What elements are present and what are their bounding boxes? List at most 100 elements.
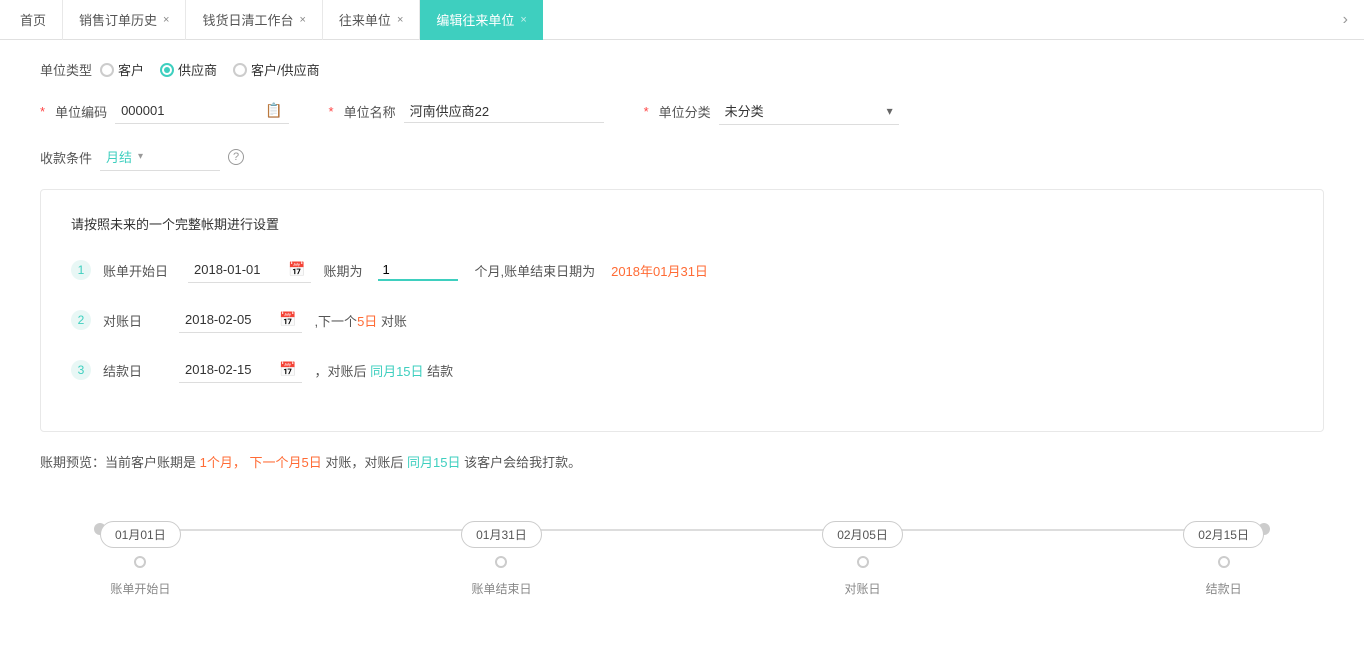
radio-customer[interactable]: 客户 [100,60,144,79]
payment-date-input-wrapper: 📅 [179,357,302,383]
unit-category-value: 未分类 [725,101,764,120]
unit-type-label: 单位类型 [40,60,92,79]
timeline-point-4: 02月15日 结款日 [1183,521,1264,597]
close-icon[interactable]: × [520,14,526,26]
payment-date-input[interactable] [185,362,275,377]
timeline-point-1: 01月01日 账单开始日 [100,521,181,597]
main-content: 单位类型 客户 供应商 客户/供应商 * 单位编码 [0,40,1364,657]
radio-customer-label: 客户 [118,60,144,79]
payment-terms-item: 收款条件 月结 ▾ ? [40,143,244,171]
preview-next: 下一个月5日 [250,455,322,470]
payment-date-calendar-icon[interactable]: 📅 [279,361,296,378]
settings-panel: 请按照未来的一个完整帐期进行设置 1 账单开始日 📅 账期为 个月,账单结束日期… [40,189,1324,432]
timeline-label-1: 账单开始日 [110,580,170,597]
unit-name-label: 单位名称 [344,102,396,121]
unit-code-input-wrapper: 📋 [115,98,288,124]
unit-code-label: 单位编码 [55,102,107,121]
payment-terms-label: 收款条件 [40,148,92,167]
reconcile-desc: ,下一个5日 对账 [314,311,406,330]
unit-type-item: 单位类型 客户 供应商 客户/供应商 [40,60,320,79]
radio-customer-circle [100,63,114,77]
tab-partner[interactable]: 往来单位 × [323,0,420,40]
unit-fields-row: * 单位编码 📋 * 单位名称 * 单位分类 未分类 ▾ [40,97,1324,125]
timeline-date-3: 02月05日 [822,521,903,548]
close-icon[interactable]: × [299,14,305,26]
setting-num-1: 1 [71,260,91,280]
unit-code-required: * [40,104,45,119]
preview-settle: 同月15日 [407,455,460,470]
timeline-label-4: 结款日 [1206,580,1242,597]
tab-cash-workbench-label: 钱货日清工作台 [202,10,293,29]
tab-edit-partner[interactable]: 编辑往来单位 × [420,0,542,40]
unit-name-item: * 单位名称 [329,99,604,123]
preview-middle: 对账，对账后 [325,455,403,470]
tab-partner-label: 往来单位 [339,10,391,29]
timeline-point-3: 02月05日 对账日 [822,521,903,597]
payment-terms-row: 收款条件 月结 ▾ ? [40,143,1324,171]
setting-row-2: 2 对账日 📅 ,下一个5日 对账 [71,307,1293,333]
unit-category-select[interactable]: 未分类 ▾ [719,97,899,125]
unit-type-radio-group: 客户 供应商 客户/供应商 [100,60,320,79]
payment-terms-value: 月结 [106,147,132,166]
preview-suffix: 该客户会给我打款。 [464,455,581,470]
start-date-input-wrapper: 📅 [188,257,311,283]
timeline-date-4: 02月15日 [1183,521,1264,548]
period-unit: 个月,账单结束日期为 [474,261,595,280]
setting-label-1: 账单开始日 [103,261,168,280]
preview-prefix: 账期预览：当前客户账期是 [40,455,196,470]
unit-name-input[interactable] [404,99,604,123]
tab-home-label: 首页 [20,10,46,29]
unit-category-label: 单位分类 [659,102,711,121]
panel-title: 请按照未来的一个完整帐期进行设置 [71,214,1293,233]
period-text: 账期为 [323,261,362,280]
radio-supplier[interactable]: 供应商 [160,60,217,79]
payment-desc: ，对账后 同月15日 结款 [314,361,453,380]
timeline-date-2: 01月31日 [461,521,542,548]
setting-row-1: 1 账单开始日 📅 账期为 个月,账单结束日期为 2018年01月31日 [71,257,1293,283]
reconcile-date-input-wrapper: 📅 [179,307,302,333]
payment-terms-select[interactable]: 月结 ▾ [100,143,220,171]
timeline-point-2: 01月31日 账单结束日 [461,521,542,597]
close-icon[interactable]: × [397,14,403,26]
setting-label-3: 结款日 [103,361,159,380]
payment-terms-arrow-icon: ▾ [138,151,143,162]
timeline-points: 01月01日 账单开始日 01月31日 账单结束日 02月05日 对账日 02月… [40,521,1324,597]
timeline-wrapper: 01月01日 账单开始日 01月31日 账单结束日 02月05日 对账日 02月… [40,501,1324,637]
timeline-dot-4 [1218,556,1230,568]
unit-category-item: * 单位分类 未分类 ▾ [644,97,899,125]
timeline-label-2: 账单结束日 [471,580,531,597]
start-date-input[interactable] [194,262,284,277]
tab-cash-workbench[interactable]: 钱货日清工作台 × [186,0,322,40]
setting-row-3: 3 结款日 📅 ，对账后 同月15日 结款 [71,357,1293,383]
timeline-dot-1 [134,556,146,568]
tab-home[interactable]: 首页 [8,0,63,40]
period-value-input[interactable] [378,260,458,281]
radio-both[interactable]: 客户/供应商 [233,60,320,79]
tab-sales-history[interactable]: 销售订单历史 × [63,0,186,40]
unit-category-required: * [644,104,649,119]
setting-num-2: 2 [71,310,91,330]
unit-code-item: * 单位编码 📋 [40,98,289,124]
tabs-bar: 首页 销售订单历史 × 钱货日清工作台 × 往来单位 × 编辑往来单位 × › [0,0,1364,40]
tab-sales-history-label: 销售订单历史 [79,10,157,29]
radio-supplier-label: 供应商 [178,60,217,79]
tab-more-button[interactable]: › [1335,11,1356,29]
setting-label-2: 对账日 [103,311,159,330]
preview-period: 1个月， [200,455,246,470]
radio-supplier-circle [160,63,174,77]
tab-edit-partner-label: 编辑往来单位 [436,10,514,29]
start-date-calendar-icon[interactable]: 📅 [288,261,305,278]
unit-type-row: 单位类型 客户 供应商 客户/供应商 [40,60,1324,79]
timeline-dot-2 [495,556,507,568]
reconcile-date-input[interactable] [185,312,275,327]
payment-highlight: 同月15日 [370,364,423,379]
radio-both-circle [233,63,247,77]
unit-code-browse-icon[interactable]: 📋 [265,102,282,119]
unit-name-required: * [329,104,334,119]
reconcile-date-calendar-icon[interactable]: 📅 [279,311,296,328]
reconcile-highlight: 5日 [357,314,377,329]
close-icon[interactable]: × [163,14,169,26]
timeline-date-1: 01月01日 [100,521,181,548]
help-icon[interactable]: ? [228,149,244,165]
unit-code-input[interactable] [121,103,261,118]
